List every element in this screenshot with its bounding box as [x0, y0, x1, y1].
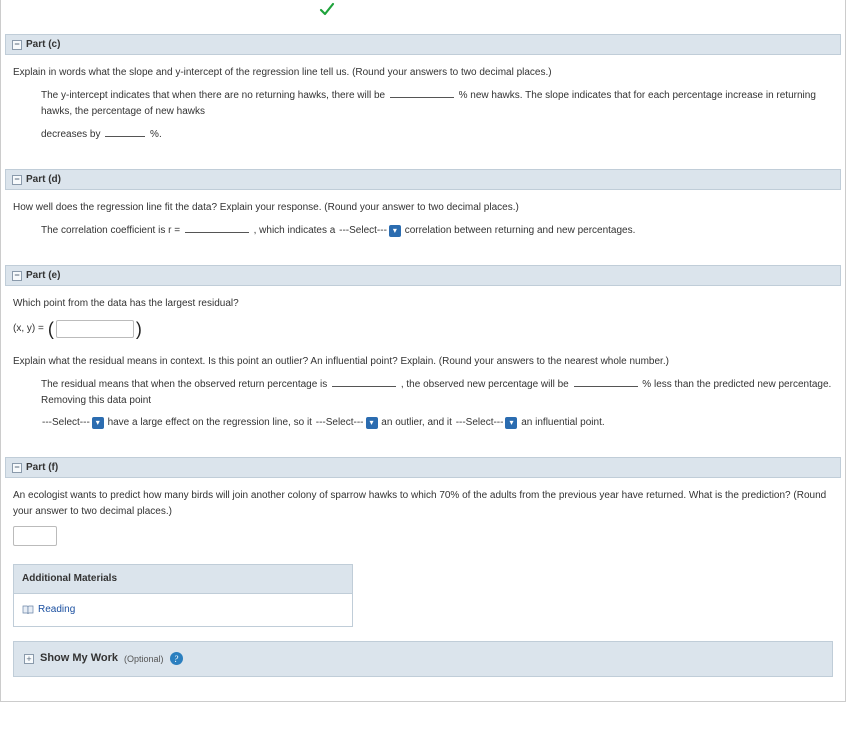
select-placeholder: ---Select--- [456, 415, 504, 431]
part-e-prompt-2: Explain what the residual means in conte… [13, 354, 833, 370]
part-e-blank-2[interactable] [574, 376, 638, 387]
part-e-select-effect[interactable]: ---Select--- ▾ [41, 415, 105, 431]
chevron-down-icon: ▾ [92, 417, 104, 429]
part-e-text-2a: have a large effect on the regression li… [108, 417, 312, 428]
book-icon [22, 605, 34, 615]
chevron-down-icon: ▾ [505, 417, 517, 429]
chevron-down-icon: ▾ [366, 417, 378, 429]
part-e-select-influential[interactable]: ---Select--- ▾ [455, 415, 519, 431]
open-paren: ( [48, 320, 54, 338]
part-d-text-1b: , which indicates a [254, 225, 336, 236]
collapse-icon[interactable]: − [12, 40, 22, 50]
part-c-blank-2[interactable] [105, 126, 145, 137]
part-e-title: Part (e) [26, 270, 60, 281]
part-c-body: Explain in words what the slope and y-in… [5, 55, 841, 159]
select-placeholder: ---Select--- [316, 415, 364, 431]
chevron-down-icon: ▾ [389, 225, 401, 237]
part-e-text-1b: , the observed new percentage will be [401, 379, 569, 390]
part-e-text-2c: an influential point. [521, 417, 604, 428]
part-d-header[interactable]: − Part (d) [5, 169, 841, 190]
help-icon[interactable]: ? [170, 652, 183, 665]
collapse-icon[interactable]: − [12, 175, 22, 185]
part-d-blank-r[interactable] [185, 222, 249, 233]
part-e-select-outlier[interactable]: ---Select--- ▾ [315, 415, 379, 431]
part-f-prompt: An ecologist wants to predict how many b… [13, 488, 833, 520]
part-e-blank-1[interactable] [332, 376, 396, 387]
part-c-blank-1[interactable] [390, 87, 454, 98]
part-c-header[interactable]: − Part (c) [5, 34, 841, 55]
part-c-text-2b: %. [150, 129, 162, 140]
part-f-title: Part (f) [26, 462, 58, 473]
additional-materials-title: Additional Materials [14, 565, 352, 594]
part-e-xy-input[interactable] [56, 320, 134, 338]
show-my-work-title: Show My Work [40, 650, 118, 668]
part-c-text-1a: The y-intercept indicates that when ther… [41, 90, 385, 101]
expand-icon[interactable]: + [24, 654, 34, 664]
previous-answer-check [5, 0, 841, 24]
close-paren: ) [136, 320, 142, 338]
part-e-prompt-1: Which point from the data has the larges… [13, 296, 833, 312]
part-d-text-1c: correlation between returning and new pe… [405, 225, 636, 236]
select-placeholder: ---Select--- [42, 415, 90, 431]
part-f-header[interactable]: − Part (f) [5, 457, 841, 478]
part-d-prompt: How well does the regression line fit th… [13, 200, 833, 216]
collapse-icon[interactable]: − [12, 271, 22, 281]
part-e-text-2b: an outlier, and it [381, 417, 452, 428]
part-e-body: Which point from the data has the larges… [5, 286, 841, 447]
part-d-title: Part (d) [26, 174, 61, 185]
show-my-work[interactable]: + Show My Work (Optional) ? [13, 641, 833, 677]
collapse-icon[interactable]: − [12, 463, 22, 473]
part-d-text-1a: The correlation coefficient is r = [41, 225, 180, 236]
show-my-work-subtitle: (Optional) [124, 652, 164, 666]
check-icon [319, 2, 335, 18]
reading-link[interactable]: Reading [38, 602, 75, 618]
part-e-header[interactable]: − Part (e) [5, 265, 841, 286]
part-f-body: An ecologist wants to predict how many b… [5, 478, 841, 693]
part-d-select-strength[interactable]: ---Select--- ▾ [338, 223, 402, 239]
part-d-body: How well does the regression line fit th… [5, 190, 841, 255]
part-f-input[interactable] [13, 526, 57, 546]
part-c-prompt: Explain in words what the slope and y-in… [13, 65, 833, 81]
select-placeholder: ---Select--- [339, 223, 387, 239]
xy-label: (x, y) = [13, 321, 44, 337]
additional-materials: Additional Materials Reading [13, 564, 353, 627]
part-e-text-1a: The residual means that when the observe… [41, 379, 327, 390]
part-c-title: Part (c) [26, 39, 60, 50]
part-c-text-2a: decreases by [41, 129, 100, 140]
